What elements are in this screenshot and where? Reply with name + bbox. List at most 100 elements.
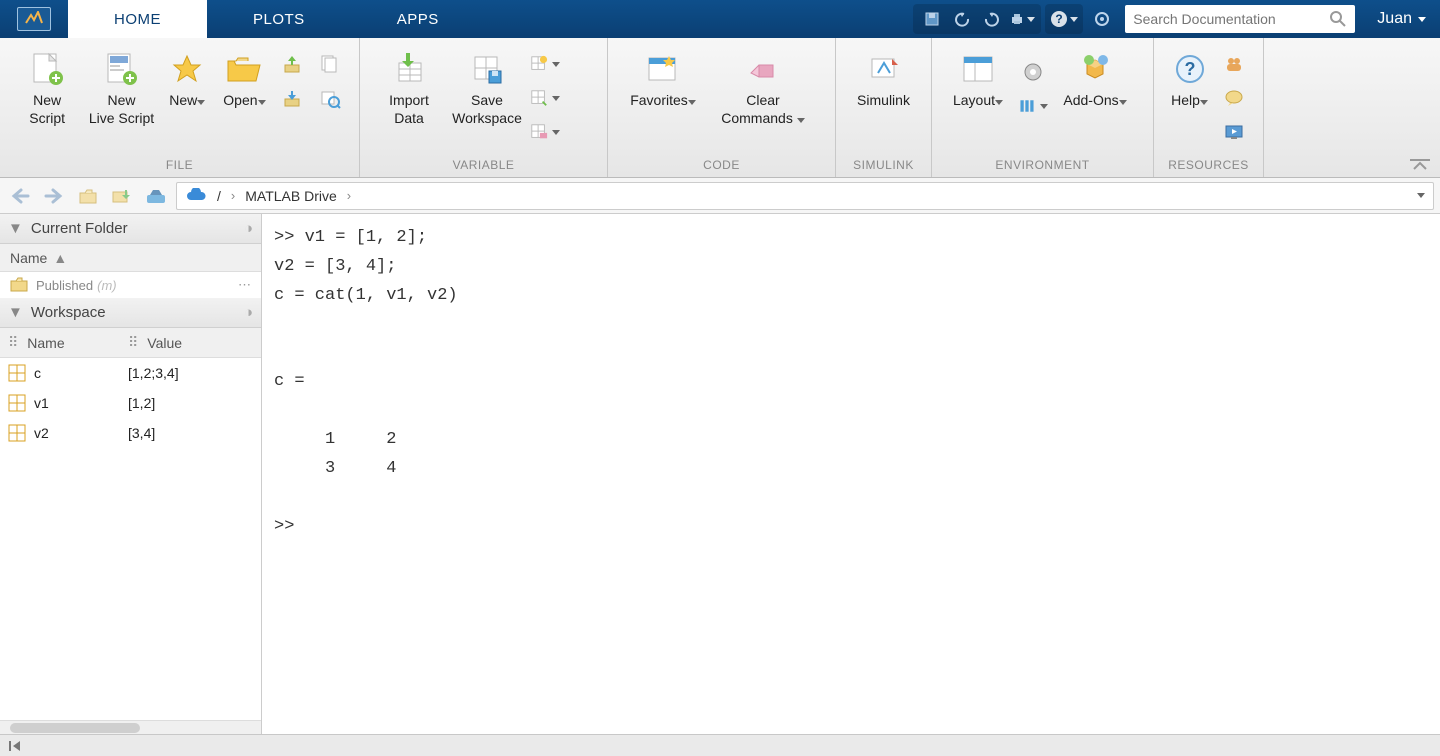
user-name: Juan: [1377, 10, 1412, 28]
folder-icon: [10, 276, 28, 294]
panel-menu-icon[interactable]: ◑: [244, 304, 253, 321]
workspace-var-value[interactable]: [1,2;3,4]: [120, 358, 261, 388]
command-window[interactable]: >> v1 = [1, 2]; v2 = [3, 4]; c = cat(1, …: [262, 214, 1440, 734]
redo-icon[interactable]: [977, 0, 1007, 38]
workspace-col-value[interactable]: ⠿Value: [120, 328, 261, 358]
tab-apps[interactable]: APPS: [351, 0, 485, 38]
main-area: ▼ Current Folder ◑ Name ▲ Published (m) …: [0, 214, 1440, 734]
grip-icon: ⠿: [8, 334, 18, 351]
current-folder-column-header[interactable]: Name ▲: [0, 244, 261, 272]
chevron-down-icon: [688, 100, 696, 105]
variable-icon: [8, 364, 26, 382]
tab-plots[interactable]: PLOTS: [207, 0, 351, 38]
open-variable-icon[interactable]: [530, 84, 560, 112]
help-button[interactable]: ? Help: [1164, 46, 1215, 112]
toolstrip-spacer: [1264, 38, 1440, 177]
collapse-toolstrip-icon[interactable]: [1410, 159, 1430, 171]
current-folder-header[interactable]: ▼ Current Folder ◑: [0, 214, 261, 244]
workspace-var-value[interactable]: [1,2]: [120, 388, 261, 418]
nav-forward-icon[interactable]: [40, 182, 68, 210]
breadcrumb[interactable]: / › MATLAB Drive ›: [176, 182, 1434, 210]
browse-folder-icon[interactable]: [108, 182, 136, 210]
addons-button[interactable]: Add-Ons: [1052, 46, 1138, 112]
search-input[interactable]: [1133, 11, 1329, 27]
left-panels: ▼ Current Folder ◑ Name ▲ Published (m) …: [0, 214, 262, 734]
breadcrumb-root[interactable]: /: [217, 188, 221, 204]
import-data-button[interactable]: Import Data: [370, 46, 448, 129]
main-tabs: HOME PLOTS APPS: [68, 0, 485, 38]
learn-matlab-icon[interactable]: [1219, 118, 1249, 146]
chevron-right-icon: ›: [347, 188, 351, 203]
variable-small-buttons: [526, 46, 564, 150]
upload-icon[interactable]: [277, 50, 307, 78]
workspace-var-name[interactable]: v1: [0, 388, 120, 418]
section-file: New Script New Live Script New Open: [0, 38, 360, 177]
community-icon[interactable]: [1219, 50, 1249, 78]
compare-icon[interactable]: [315, 84, 345, 112]
search-documentation[interactable]: [1125, 5, 1355, 33]
set-path-icon[interactable]: [1018, 92, 1048, 120]
chevron-right-icon: ›: [231, 188, 235, 203]
request-support-icon[interactable]: [1219, 84, 1249, 112]
go-to-start-icon[interactable]: [8, 740, 24, 752]
workspace-col-name[interactable]: ⠿Name: [0, 328, 120, 358]
section-variable: Import Data Save Workspace VARIABLE: [360, 38, 608, 177]
svg-text:?: ?: [1056, 12, 1063, 26]
address-bar: / › MATLAB Drive ›: [0, 178, 1440, 214]
preferences-icon[interactable]: [1018, 58, 1048, 86]
chevron-down-icon: [1418, 17, 1426, 22]
chevron-down-icon: [258, 100, 266, 105]
workspace-title: Workspace: [31, 304, 106, 321]
environment-small-buttons: [1014, 46, 1052, 124]
help-icon[interactable]: ?: [1049, 0, 1079, 38]
svg-text:?: ?: [1184, 59, 1195, 79]
status-bar: [0, 734, 1440, 756]
current-folder-title: Current Folder: [31, 220, 128, 237]
resources-small-buttons: [1215, 46, 1253, 150]
section-code: Favorites Clear Commands CODE: [608, 38, 836, 177]
workspace-var-name[interactable]: c: [0, 358, 120, 388]
app-logo: [0, 0, 68, 38]
user-menu[interactable]: Juan: [1363, 10, 1440, 28]
workspace-header[interactable]: ▼ Workspace ◑: [0, 298, 261, 328]
sort-asc-icon: ▲: [53, 250, 67, 266]
undo-icon[interactable]: [947, 0, 977, 38]
workspace-var-value[interactable]: [3,4]: [120, 418, 261, 448]
chevron-down-icon: [1200, 100, 1208, 105]
titlebar-actions: ? Juan: [913, 0, 1440, 38]
target-icon[interactable]: [1087, 0, 1117, 38]
save-workspace-button[interactable]: Save Workspace: [448, 46, 526, 129]
print-icon[interactable]: [1007, 0, 1037, 38]
new-script-button[interactable]: New Script: [10, 46, 84, 129]
workspace-var-name[interactable]: v2: [0, 418, 120, 448]
tab-home[interactable]: HOME: [68, 0, 207, 38]
section-simulink: Simulink SIMULINK: [836, 38, 932, 177]
file-small-buttons-2: [311, 46, 349, 116]
new-button[interactable]: New: [159, 46, 216, 112]
up-folder-icon[interactable]: [74, 182, 102, 210]
save-icon[interactable]: [917, 0, 947, 38]
breadcrumb-drive[interactable]: MATLAB Drive: [245, 188, 337, 204]
breadcrumb-dropdown-icon[interactable]: [1417, 193, 1425, 198]
simulink-button[interactable]: Simulink: [846, 46, 921, 112]
new-variable-icon[interactable]: [530, 50, 560, 78]
layout-button[interactable]: Layout: [942, 46, 1014, 112]
cloud-icon: [185, 188, 207, 204]
nav-back-icon[interactable]: [6, 182, 34, 210]
horizontal-scrollbar[interactable]: [0, 720, 261, 734]
collapse-icon: ▼: [8, 220, 23, 237]
clear-commands-button[interactable]: Clear Commands: [708, 46, 818, 129]
matlab-icon: [24, 11, 44, 27]
open-button[interactable]: Open: [216, 46, 273, 112]
chevron-down-icon: [1119, 100, 1127, 105]
find-files-icon[interactable]: [315, 50, 345, 78]
cloud-folder-icon[interactable]: [142, 182, 170, 210]
panel-menu-icon[interactable]: ◑: [244, 220, 253, 237]
more-icon[interactable]: ⋯: [238, 277, 251, 293]
new-live-script-button[interactable]: New Live Script: [84, 46, 158, 129]
folder-row-published[interactable]: Published (m) ⋯: [0, 272, 261, 298]
favorites-button[interactable]: Favorites: [618, 46, 708, 112]
scrollbar-thumb[interactable]: [10, 723, 140, 733]
clear-workspace-icon[interactable]: [530, 118, 560, 146]
download-icon[interactable]: [277, 84, 307, 112]
